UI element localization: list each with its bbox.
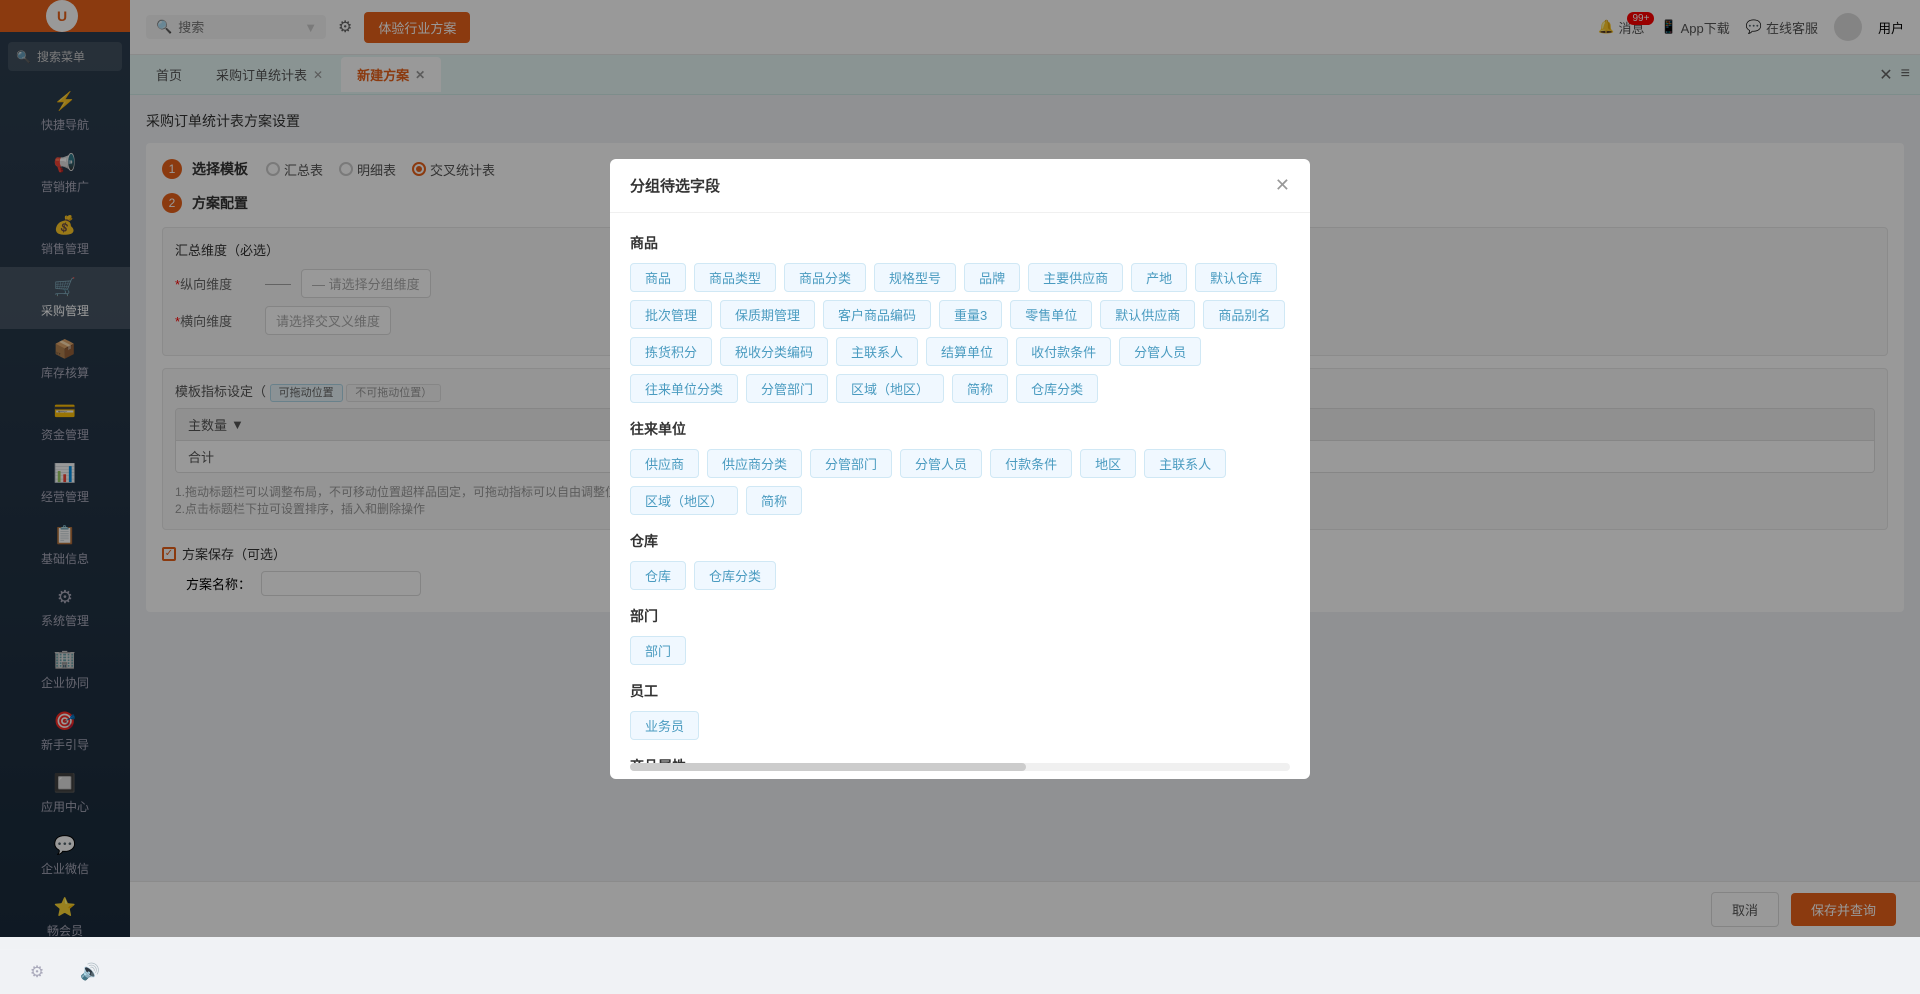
field-chip-batch-mgmt[interactable]: 批次管理 xyxy=(630,300,712,329)
field-chip-main-contact2[interactable]: 主联系人 xyxy=(1144,449,1226,478)
modal-body[interactable]: 商品 商品 商品类型 商品分类 规格型号 品牌 主要供应商 产地 默认仓库 批次… xyxy=(610,213,1310,763)
sidebar-bottom: ⚙ 🔊 xyxy=(0,949,130,994)
modal-header: 分组待选字段 ✕ xyxy=(610,159,1310,213)
field-grid-product: 商品 商品类型 商品分类 规格型号 品牌 主要供应商 产地 默认仓库 批次管理 … xyxy=(630,263,1290,403)
field-chip-tax-code[interactable]: 税收分类编码 xyxy=(720,337,828,366)
section-title-counterpart: 往来单位 xyxy=(630,419,1290,439)
field-grid-counterpart: 供应商 供应商分类 分管部门 分管人员 付款条件 地区 主联系人 区域（地区） … xyxy=(630,449,1290,515)
modal-overlay: 分组待选字段 ✕ 商品 商品 商品类型 商品分类 规格型号 品牌 主要供应商 产… xyxy=(0,0,1920,937)
section-title-department: 部门 xyxy=(630,606,1290,626)
field-grid-warehouse: 仓库 仓库分类 xyxy=(630,561,1290,590)
field-chip-warehouse[interactable]: 仓库 xyxy=(630,561,686,590)
field-chip-region[interactable]: 区域（地区） xyxy=(836,374,944,403)
field-chip-payment-terms[interactable]: 收付款条件 xyxy=(1016,337,1111,366)
field-chip-spec-model[interactable]: 规格型号 xyxy=(874,263,956,292)
field-chip-partner-category[interactable]: 往来单位分类 xyxy=(630,374,738,403)
field-chip-warehouse-category[interactable]: 仓库分类 xyxy=(1016,374,1098,403)
field-chip-weight3[interactable]: 重量3 xyxy=(939,300,1002,329)
field-chip-default-supplier[interactable]: 默认供应商 xyxy=(1100,300,1195,329)
field-chip-product-type[interactable]: 商品类型 xyxy=(694,263,776,292)
field-chip-department[interactable]: 部门 xyxy=(630,636,686,665)
field-chip-brand[interactable]: 品牌 xyxy=(964,263,1020,292)
field-chip-pick-score[interactable]: 拣货积分 xyxy=(630,337,712,366)
field-chip-supervise-dept[interactable]: 分管部门 xyxy=(810,449,892,478)
settings-bottom-icon[interactable]: ⚙ xyxy=(30,962,44,982)
field-chip-supplier[interactable]: 供应商 xyxy=(630,449,699,478)
field-chip-customer-code[interactable]: 客户商品编码 xyxy=(823,300,931,329)
field-chip-region2[interactable]: 区域（地区） xyxy=(630,486,738,515)
field-grid-department: 部门 xyxy=(630,636,1290,665)
field-chip-supplier-category[interactable]: 供应商分类 xyxy=(707,449,802,478)
field-chip-product-category[interactable]: 商品分类 xyxy=(784,263,866,292)
field-chip-warehouse-cat[interactable]: 仓库分类 xyxy=(694,561,776,590)
section-title-product: 商品 xyxy=(630,233,1290,253)
field-chip-short-name2[interactable]: 简称 xyxy=(746,486,802,515)
field-chip-manager[interactable]: 分管人员 xyxy=(1119,337,1201,366)
section-title-warehouse: 仓库 xyxy=(630,531,1290,551)
field-grid-employee: 业务员 xyxy=(630,711,1290,740)
modal-horizontal-scrollbar-thumb xyxy=(630,763,1026,771)
field-chip-short-name[interactable]: 简称 xyxy=(952,374,1008,403)
field-chip-main-contact[interactable]: 主联系人 xyxy=(836,337,918,366)
modal-horizontal-scrollbar[interactable] xyxy=(630,763,1290,771)
field-chip-district[interactable]: 地区 xyxy=(1080,449,1136,478)
field-chip-product-alias[interactable]: 商品别名 xyxy=(1203,300,1285,329)
volume-icon[interactable]: 🔊 xyxy=(80,962,100,982)
field-chip-origin[interactable]: 产地 xyxy=(1131,263,1187,292)
modal-title: 分组待选字段 xyxy=(630,175,720,196)
field-chip-main-supplier[interactable]: 主要供应商 xyxy=(1028,263,1123,292)
field-chip-retail-unit[interactable]: 零售单位 xyxy=(1010,300,1092,329)
modal-dialog: 分组待选字段 ✕ 商品 商品 商品类型 商品分类 规格型号 品牌 主要供应商 产… xyxy=(610,159,1310,779)
modal-close-button[interactable]: ✕ xyxy=(1275,175,1290,196)
field-chip-dept[interactable]: 分管部门 xyxy=(746,374,828,403)
section-title-product-attr: 商品属性 xyxy=(630,756,1290,763)
field-chip-supervise-person[interactable]: 分管人员 xyxy=(900,449,982,478)
field-chip-sales-rep[interactable]: 业务员 xyxy=(630,711,699,740)
field-chip-product[interactable]: 商品 xyxy=(630,263,686,292)
field-chip-settlement-unit[interactable]: 结算单位 xyxy=(926,337,1008,366)
section-title-employee: 员工 xyxy=(630,681,1290,701)
field-chip-expiry-mgmt[interactable]: 保质期管理 xyxy=(720,300,815,329)
field-chip-pay-terms[interactable]: 付款条件 xyxy=(990,449,1072,478)
field-chip-default-warehouse[interactable]: 默认仓库 xyxy=(1195,263,1277,292)
